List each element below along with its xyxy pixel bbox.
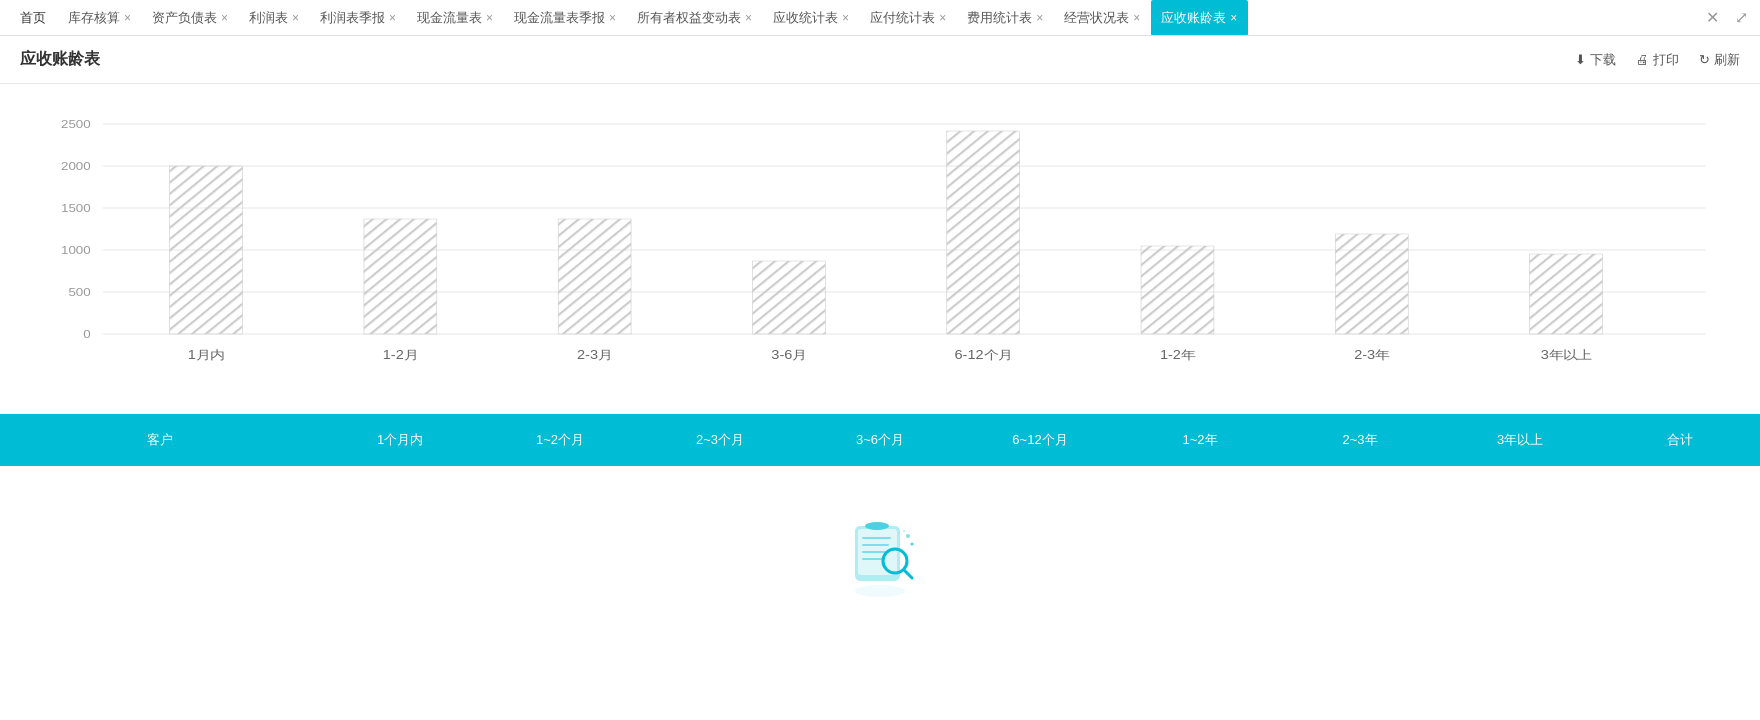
tab-equity-change-close[interactable]: × [745,11,752,25]
page-actions: ⬇ 下载 🖨 打印 ↻ 刷新 [1575,51,1740,69]
tab-profit-close[interactable]: × [292,11,299,25]
col-total: 合计 [1600,431,1760,449]
tab-ar-stats[interactable]: 应收统计表 × [763,0,860,36]
print-button[interactable]: 🖨 打印 [1636,51,1679,69]
svg-point-21 [855,585,905,597]
tab-expense-stats[interactable]: 费用统计表 × [957,0,1054,36]
col-1-2month: 1~2个月 [480,431,640,449]
tab-equity-change[interactable]: 所有者权益变动表 × [627,0,763,36]
col-6-12month: 6~12个月 [960,431,1120,449]
col-1-2year: 1~2年 [1120,431,1280,449]
bar-6-12月 [947,131,1020,334]
tab-balance-sheet-label: 资产负债表 [152,9,217,27]
svg-text:1-2年: 1-2年 [1160,348,1195,361]
bar-1月内 [170,166,243,334]
svg-text:3年以上: 3年以上 [1541,348,1592,361]
tab-expense-stats-label: 费用统计表 [967,9,1032,27]
tab-cashflow[interactable]: 现金流量表 × [407,0,504,36]
tab-ar-aging-label: 应收账龄表 [1161,9,1226,27]
tab-profit-quarterly-close[interactable]: × [389,11,396,25]
page-header: 应收账龄表 ⬇ 下载 🖨 打印 ↻ 刷新 [0,36,1760,84]
svg-point-28 [865,522,889,530]
svg-text:1500: 1500 [61,202,91,215]
tab-ap-stats-close[interactable]: × [939,11,946,25]
svg-text:1-2月: 1-2月 [383,348,418,361]
refresh-icon: ↻ [1699,52,1710,67]
tab-ap-stats[interactable]: 应付统计表 × [860,0,957,36]
tab-ar-stats-close[interactable]: × [842,11,849,25]
tab-inventory[interactable]: 库存核算 × [58,0,142,36]
download-label: 下载 [1590,51,1616,69]
chart-container: 0 500 1000 1500 2000 2500 [30,104,1730,394]
tab-bar-actions: ✕ ⤢ [1702,8,1752,27]
col-3-6month: 3~6个月 [800,431,960,449]
tab-bar: 首页 库存核算 × 资产负债表 × 利润表 × 利润表季报 × 现金流量表 × … [0,0,1760,36]
tab-cashflow-quarterly-close[interactable]: × [609,11,616,25]
tab-cashflow-quarterly-label: 现金流量表季报 [514,9,605,27]
window-maximize-icon[interactable]: ⤢ [1731,8,1752,27]
svg-text:2500: 2500 [61,118,91,131]
empty-state [0,466,1760,626]
tab-cashflow-quarterly[interactable]: 现金流量表季报 × [504,0,627,36]
tab-cashflow-close[interactable]: × [486,11,493,25]
print-label: 打印 [1653,51,1679,69]
tab-inventory-close[interactable]: × [124,11,131,25]
chart-area: 0 500 1000 1500 2000 2500 [0,84,1760,414]
tab-profit-label: 利润表 [249,9,288,27]
col-2-3year: 2~3年 [1280,431,1440,449]
svg-text:0: 0 [83,328,91,341]
window-close-icon[interactable]: ✕ [1702,8,1723,27]
tab-profit-quarterly[interactable]: 利润表季报 × [310,0,407,36]
svg-text:1月内: 1月内 [188,348,224,361]
svg-point-31 [906,534,910,538]
tab-cashflow-label: 现金流量表 [417,9,482,27]
tab-operations-close[interactable]: × [1133,11,1140,25]
svg-point-33 [903,530,905,532]
col-1month: 1个月内 [320,431,480,449]
svg-text:2000: 2000 [61,160,91,173]
refresh-button[interactable]: ↻ 刷新 [1699,51,1740,69]
bar-2-3年 [1335,234,1408,334]
tab-balance-sheet-close[interactable]: × [221,11,228,25]
tab-profit[interactable]: 利润表 × [239,0,310,36]
tab-ap-stats-label: 应付统计表 [870,9,935,27]
table-header: 客户 1个月内 1~2个月 2~3个月 3~6个月 6~12个月 1~2年 2~… [0,414,1760,466]
svg-point-32 [911,543,914,546]
tab-balance-sheet[interactable]: 资产负债表 × [142,0,239,36]
tab-operations[interactable]: 经营状况表 × [1054,0,1151,36]
tab-ar-aging[interactable]: 应收账龄表 × [1151,0,1248,36]
svg-text:6-12个月: 6-12个月 [954,348,1012,361]
svg-text:1000: 1000 [61,244,91,257]
svg-text:2-3月: 2-3月 [577,348,612,361]
page-title: 应收账龄表 [20,49,100,70]
bar-3-6月 [753,261,826,334]
col-customer: 客户 [0,431,320,449]
tab-operations-label: 经营状况表 [1064,9,1129,27]
tab-profit-quarterly-label: 利润表季报 [320,9,385,27]
col-2-3month: 2~3个月 [640,431,800,449]
tab-home[interactable]: 首页 [8,9,58,27]
col-3year-plus: 3年以上 [1440,431,1600,449]
bar-3年以上 [1530,254,1603,334]
tab-ar-aging-close[interactable]: × [1230,11,1237,25]
svg-line-30 [904,570,912,578]
bar-2-3月 [558,219,631,334]
svg-text:500: 500 [68,286,90,299]
download-icon: ⬇ [1575,52,1586,67]
svg-text:2-3年: 2-3年 [1354,348,1389,361]
svg-text:3-6月: 3-6月 [771,348,806,361]
empty-state-icon [830,506,930,606]
tab-expense-stats-close[interactable]: × [1036,11,1043,25]
refresh-label: 刷新 [1714,51,1740,69]
bar-chart: 0 500 1000 1500 2000 2500 [30,104,1730,394]
bar-1-2年 [1141,246,1214,334]
main-content: 0 500 1000 1500 2000 2500 [0,84,1760,720]
download-button[interactable]: ⬇ 下载 [1575,51,1616,69]
tab-equity-change-label: 所有者权益变动表 [637,9,741,27]
bar-1-2月 [364,219,437,334]
tab-ar-stats-label: 应收统计表 [773,9,838,27]
print-icon: 🖨 [1636,52,1649,67]
tab-inventory-label: 库存核算 [68,9,120,27]
